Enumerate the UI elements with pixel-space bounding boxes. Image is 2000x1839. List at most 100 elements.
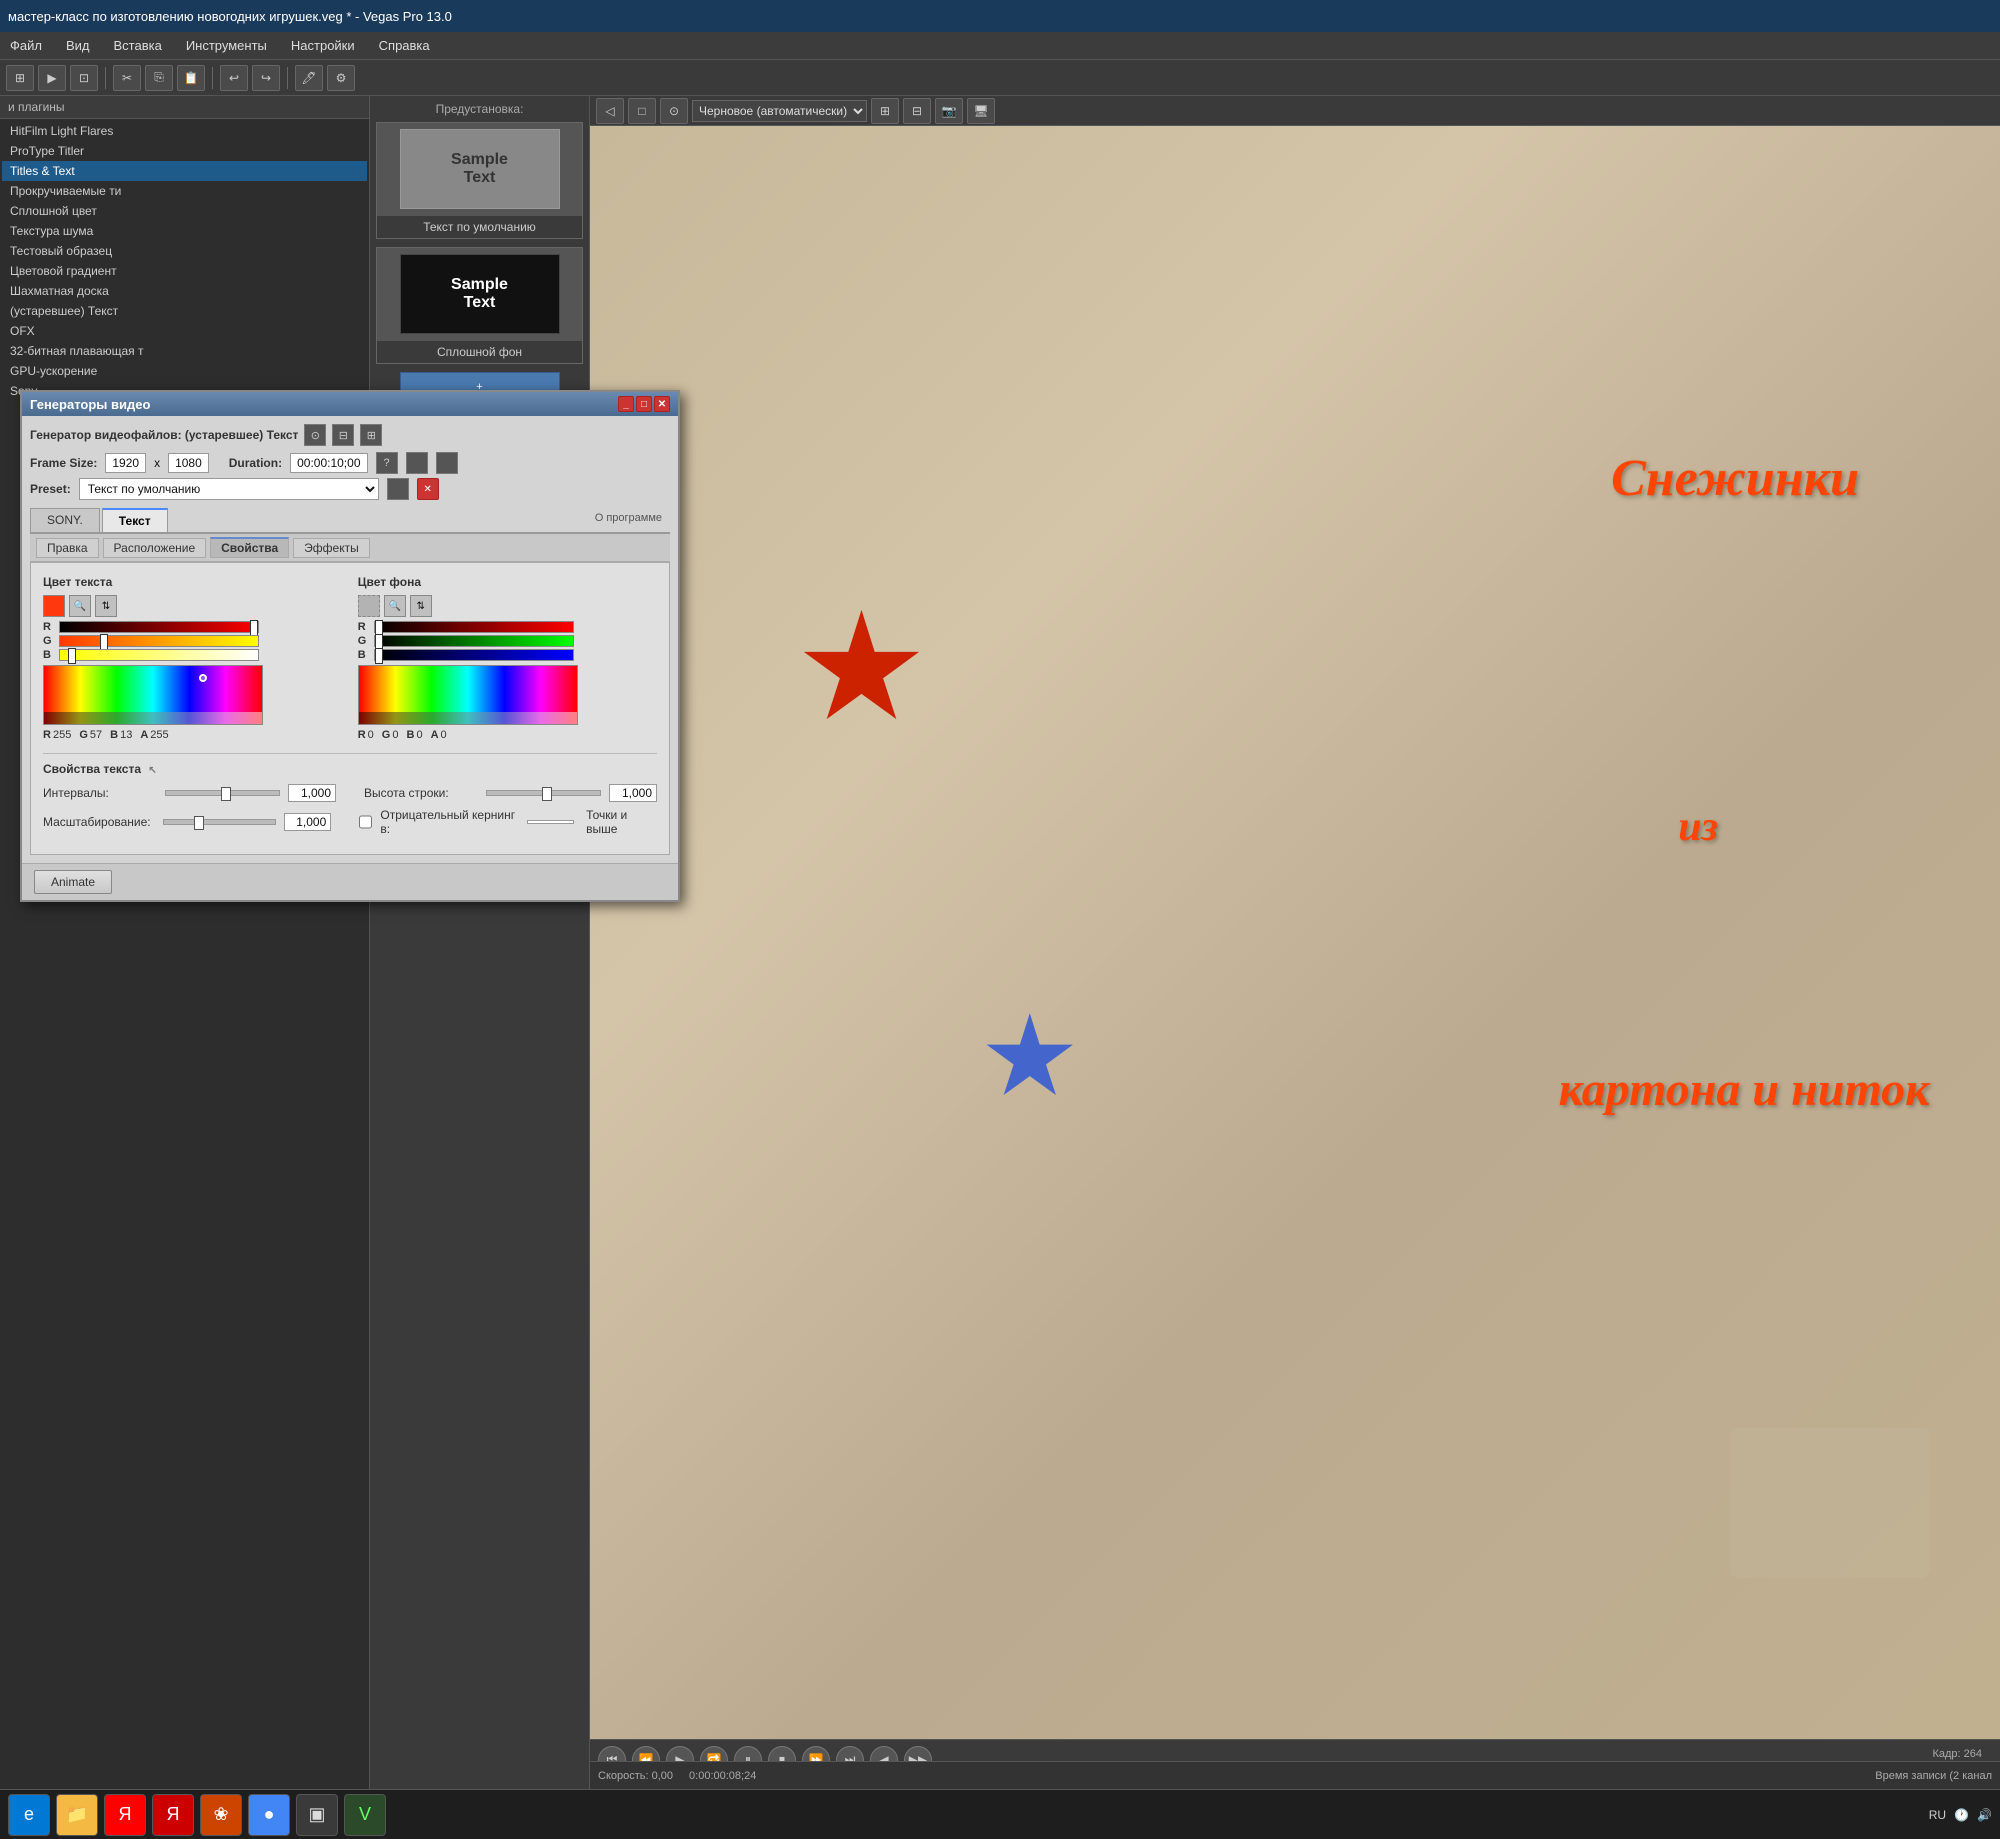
vg-minimize-btn[interactable]: _ [618, 396, 634, 412]
vg-icon-btn2[interactable]: ⊟ [332, 424, 354, 446]
taskbar-app1[interactable]: ▣ [296, 1794, 338, 1836]
vg-icon-btn3[interactable]: ⊞ [360, 424, 382, 446]
bg-slider-r[interactable] [374, 621, 574, 633]
taskbar-ie[interactable]: e [8, 1794, 50, 1836]
bg-slider-b-thumb[interactable] [375, 648, 383, 664]
plugin-solid-color[interactable]: Сплошной цвет [2, 201, 367, 221]
vg-icon-a[interactable] [406, 452, 428, 474]
bg-color-preview[interactable] [358, 595, 380, 617]
scale-val[interactable]: 1,000 [284, 813, 331, 831]
interval-thumb[interactable] [221, 787, 231, 801]
text-color-swap[interactable]: ⇅ [95, 595, 117, 617]
text-slider-g-thumb[interactable] [100, 634, 108, 650]
vg-icon-btn1[interactable]: ⊙ [304, 424, 326, 446]
toolbar-btn-3[interactable]: ⊡ [70, 65, 98, 91]
bg-color-gradient[interactable] [358, 665, 578, 725]
bg-slider-g[interactable] [374, 635, 574, 647]
taskbar-yandex2[interactable]: Я [152, 1794, 194, 1836]
vg-maximize-btn[interactable]: □ [636, 396, 652, 412]
scale-slider[interactable] [163, 819, 275, 825]
lineheight-slider[interactable] [486, 790, 600, 796]
text-color-preview[interactable] [43, 595, 65, 617]
render-mode-select[interactable]: Черновое (автоматически) [692, 100, 867, 122]
toolbar-cursor[interactable]: 🖊 [295, 65, 323, 91]
taskbar-chrome[interactable]: ● [248, 1794, 290, 1836]
toolbar-btn-1[interactable]: ⊞ [6, 65, 34, 91]
menu-view[interactable]: Вид [60, 36, 96, 55]
vg-preset-save[interactable] [387, 478, 409, 500]
menu-help[interactable]: Справка [373, 36, 436, 55]
taskbar-vegas[interactable]: V [344, 1794, 386, 1836]
preview-tb-6[interactable]: 📷 [935, 98, 963, 124]
plugin-ofx[interactable]: OFX [2, 321, 367, 341]
plugin-noise[interactable]: Текстура шума [2, 221, 367, 241]
toolbar-undo[interactable]: ↩ [220, 65, 248, 91]
preset-item-default[interactable]: SampleText Текст по умолчанию [376, 122, 583, 239]
plugin-hitfilm[interactable]: HitFilm Light Flares [2, 121, 367, 141]
vg-close-btn[interactable]: ✕ [654, 396, 670, 412]
vg-subtab-edit[interactable]: Правка [36, 538, 99, 558]
plugin-legacy-text[interactable]: (устаревшее) Текст [2, 301, 367, 321]
text-slider-r-thumb[interactable] [250, 620, 258, 636]
taskbar-yandex[interactable]: Я [104, 1794, 146, 1836]
plugin-test-sample[interactable]: Тестовый образец [2, 241, 367, 261]
text-slider-r[interactable] [59, 621, 259, 633]
text-color-eyedrop[interactable]: 🔍 [69, 595, 91, 617]
menu-file[interactable]: Файл [4, 36, 48, 55]
preview-tb-4[interactable]: ⊞ [871, 98, 899, 124]
plugin-gradient[interactable]: Цветовой градиент [2, 261, 367, 281]
animate-button[interactable]: Animate [34, 870, 112, 894]
plugin-chess[interactable]: Шахматная доска [2, 281, 367, 301]
taskbar-flower[interactable]: ❀ [200, 1794, 242, 1836]
toolbar-cut[interactable]: ✂ [113, 65, 141, 91]
lineheight-thumb[interactable] [542, 787, 552, 801]
vg-subtab-effects[interactable]: Эффекты [293, 538, 370, 558]
vg-frame-w[interactable]: 1920 [105, 453, 146, 473]
interval-val[interactable]: 1,000 [288, 784, 336, 802]
vg-help-btn[interactable]: ? [376, 452, 398, 474]
toolbar-copy[interactable]: ⎘ [145, 65, 173, 91]
bg-slider-b[interactable] [374, 649, 574, 661]
text-slider-b[interactable] [59, 649, 259, 661]
menu-tools[interactable]: Инструменты [180, 36, 273, 55]
taskbar-volume[interactable]: 🔊 [1977, 1808, 1992, 1822]
vg-preset-select[interactable]: Текст по умолчанию [79, 478, 379, 500]
preview-toolbar-btn1[interactable]: ◁ [596, 98, 624, 124]
toolbar-redo[interactable]: ↪ [252, 65, 280, 91]
vg-tab-sony[interactable]: SONY. [30, 508, 100, 532]
vg-preset-close[interactable]: ✕ [417, 478, 439, 500]
preview-toolbar-btn3[interactable]: ⊙ [660, 98, 688, 124]
toolbar-btn-2[interactable]: ▶ [38, 65, 66, 91]
plugin-scroll[interactable]: Прокручиваемые ти [2, 181, 367, 201]
toolbar-paste[interactable]: 📋 [177, 65, 205, 91]
preset-item-solid[interactable]: SampleText Сплошной фон [376, 247, 583, 364]
preview-toolbar-btn2[interactable]: □ [628, 98, 656, 124]
plugin-titles-text[interactable]: Titles & Text [2, 161, 367, 181]
scale-thumb[interactable] [194, 816, 204, 830]
menu-settings[interactable]: Настройки [285, 36, 361, 55]
plugins-list[interactable]: HitFilm Light Flares ProType Titler Titl… [0, 119, 369, 1839]
plugin-gpu[interactable]: GPU-ускорение [2, 361, 367, 381]
text-slider-g[interactable] [59, 635, 259, 647]
lineheight-val[interactable]: 1,000 [609, 784, 657, 802]
kerning-checkbox[interactable] [359, 815, 372, 829]
preview-tb-5[interactable]: ⊟ [903, 98, 931, 124]
vg-subtab-props[interactable]: Свойства [210, 537, 289, 558]
preview-tb-7[interactable]: 🖥 [967, 98, 995, 124]
bg-color-swap[interactable]: ⇅ [410, 595, 432, 617]
text-color-gradient[interactable] [43, 665, 263, 725]
bg-color-eyedrop[interactable]: 🔍 [384, 595, 406, 617]
menu-insert[interactable]: Вставка [108, 36, 168, 55]
plugin-protype[interactable]: ProType Titler [2, 141, 367, 161]
text-slider-b-thumb[interactable] [68, 648, 76, 664]
vg-frame-h[interactable]: 1080 [168, 453, 209, 473]
kerning-val[interactable] [527, 820, 574, 824]
toolbar-magnet[interactable]: ⚙ [327, 65, 355, 91]
plugin-32bit[interactable]: 32-битная плавающая т [2, 341, 367, 361]
vg-about-link[interactable]: О программе [587, 508, 670, 532]
vg-duration-val[interactable]: 00:00:10;00 [290, 453, 367, 473]
vg-subtab-layout[interactable]: Расположение [103, 538, 207, 558]
vg-icon-b[interactable] [436, 452, 458, 474]
taskbar-folder[interactable]: 📁 [56, 1794, 98, 1836]
vg-tab-text[interactable]: Текст [102, 508, 168, 532]
